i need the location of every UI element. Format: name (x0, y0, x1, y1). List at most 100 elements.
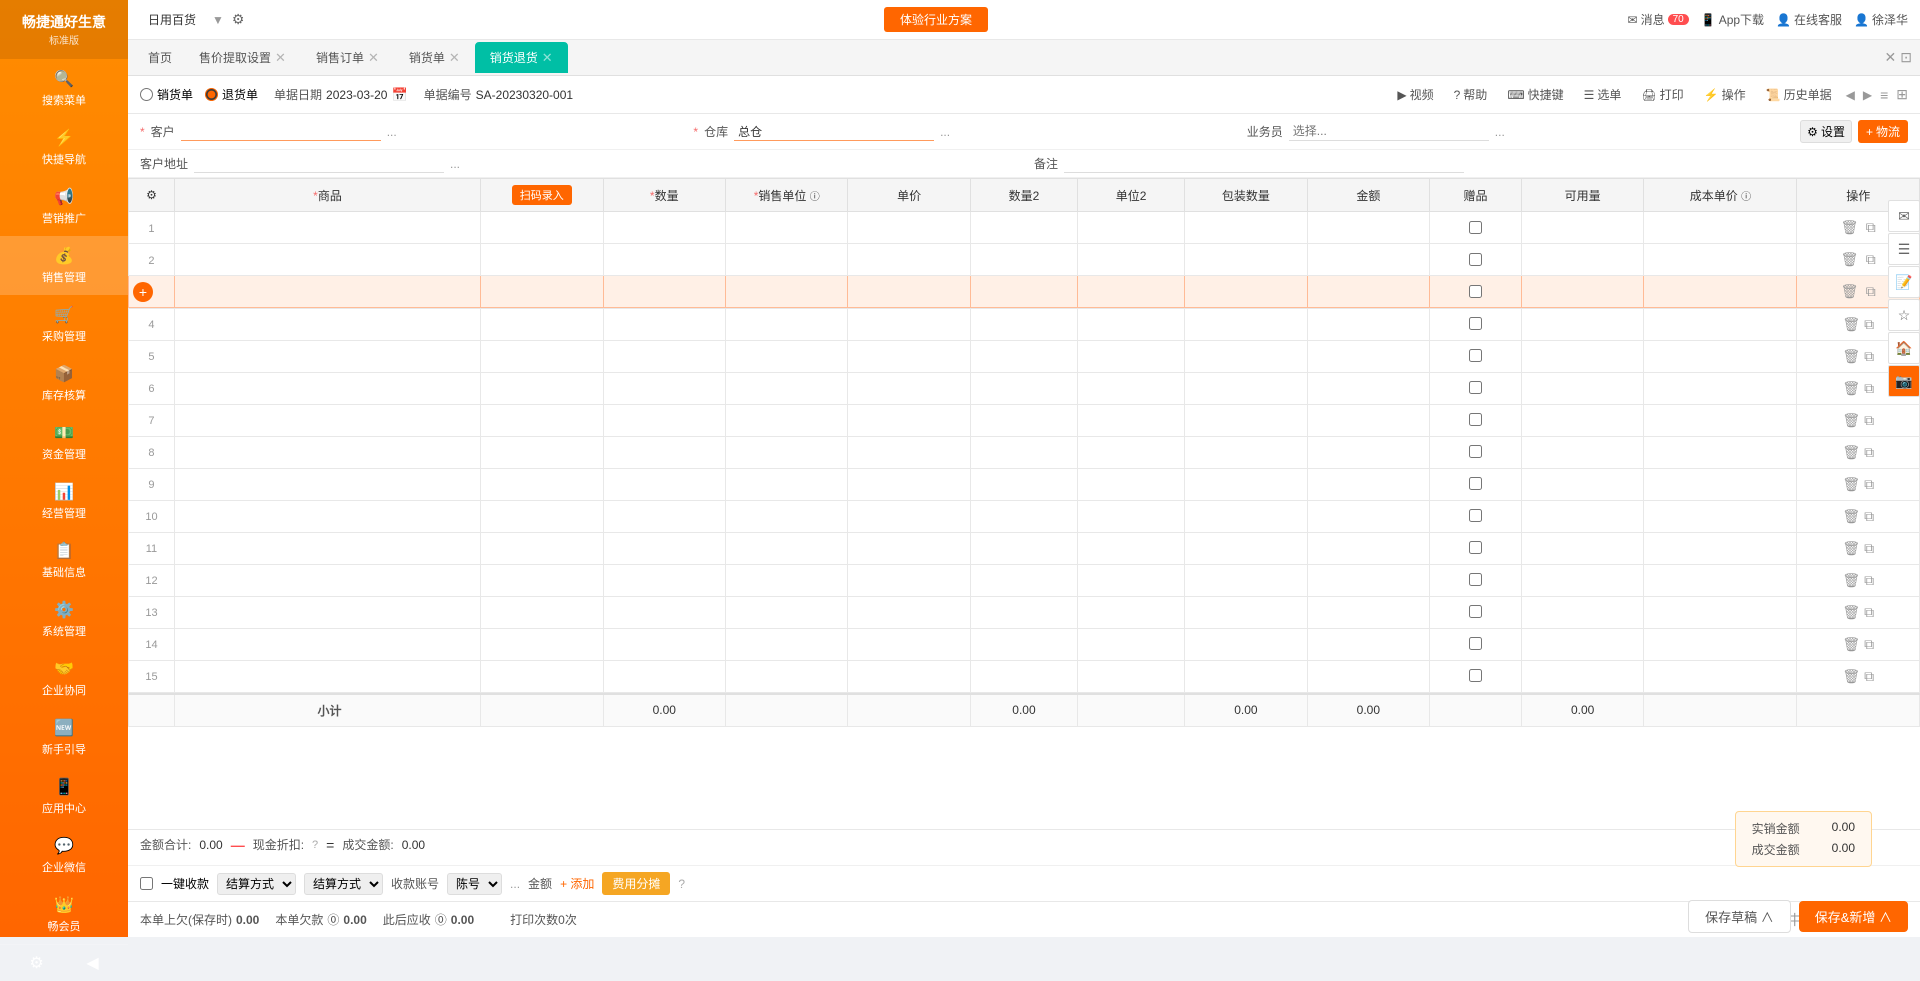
warehouse-input[interactable] (734, 122, 934, 141)
radio-sales-input[interactable] (140, 88, 153, 101)
copy-row-btn[interactable]: ⧉ (1864, 380, 1874, 396)
rs-btn-6[interactable]: 📷 (1888, 365, 1920, 397)
account-select[interactable]: 陈号 (447, 873, 502, 895)
copy-row-btn[interactable]: ⧉ (1864, 540, 1874, 556)
product-input[interactable] (179, 285, 476, 299)
copy-row-btn[interactable]: ⧉ (1866, 219, 1876, 235)
prev-doc-btn[interactable]: ◀ (1846, 88, 1855, 102)
warehouse-ellipsis[interactable]: ... (940, 125, 950, 139)
window-controls[interactable]: ⊡ (1900, 49, 1912, 66)
delete-row-btn[interactable]: 🗑 (1842, 508, 1860, 524)
gift-checkbox[interactable] (1469, 253, 1482, 266)
tab-close-sales-order[interactable]: ✕ (368, 50, 379, 66)
form-settings-btn[interactable]: ⚙ 设置 (1800, 120, 1852, 143)
settlement-method-select[interactable]: 结算方式 (217, 873, 296, 895)
gift-checkbox[interactable] (1469, 541, 1482, 554)
copy-row-btn[interactable]: ⧉ (1864, 604, 1874, 620)
tab-price-setting[interactable]: 售价提取设置 ✕ (184, 42, 301, 73)
close-all-btn[interactable]: ✕ (1885, 49, 1897, 66)
copy-row-btn[interactable]: ⧉ (1864, 636, 1874, 652)
address-input[interactable] (194, 154, 444, 173)
sidebar-item-operations[interactable]: 📊 经营管理 (0, 472, 128, 531)
discount-help-icon[interactable]: ? (312, 839, 318, 851)
radio-return-doc[interactable]: 退货单 (205, 86, 258, 103)
sidebar-item-basic[interactable]: 📋 基础信息 (0, 531, 128, 590)
qty-cell[interactable] (603, 212, 725, 244)
delete-row-btn[interactable]: 🗑 (1842, 476, 1860, 492)
radio-return-input[interactable] (205, 88, 218, 101)
toolbar-video-btn[interactable]: ▶ 视频 (1391, 84, 1439, 105)
toolbar-history-btn[interactable]: 📜 历史单据 (1760, 84, 1838, 105)
gift-checkbox[interactable] (1469, 573, 1482, 586)
remarks-input[interactable] (1064, 154, 1464, 173)
delete-row-btn[interactable]: 🗑 (1842, 668, 1860, 684)
view-grid-btn[interactable]: ⊞ (1896, 86, 1908, 103)
gift-checkbox[interactable] (1469, 637, 1482, 650)
sidebar-collapse-btn[interactable]: ◀ (86, 953, 98, 973)
gift-checkbox[interactable] (1469, 381, 1482, 394)
toolbar-operate-btn[interactable]: ⚡ 操作 (1698, 84, 1752, 105)
add-row-btn[interactable]: + (133, 282, 153, 302)
delete-row-btn[interactable]: 🗑 (1842, 604, 1860, 620)
view-list-btn[interactable]: ≡ (1880, 87, 1888, 103)
gift-checkbox[interactable] (1469, 413, 1482, 426)
copy-row-btn[interactable]: ⧉ (1864, 348, 1874, 364)
delete-row-btn[interactable]: 🗑 (1841, 251, 1859, 267)
message-btn[interactable]: ✉ 消息 70 (1628, 11, 1689, 28)
online-service-btn[interactable]: 👤 在线客服 (1776, 11, 1842, 28)
tab-sales-return[interactable]: 销货退货 ✕ (475, 42, 568, 73)
toolbar-print-btn[interactable]: 🖨 打印 (1635, 84, 1689, 105)
gift-checkbox[interactable] (1469, 221, 1482, 234)
copy-row-btn[interactable]: ⧉ (1864, 444, 1874, 460)
sidebar-item-purchase[interactable]: 🛒 采购管理 (0, 295, 128, 354)
sidebar-settings-btn[interactable]: ⚙ (29, 953, 43, 973)
copy-row-btn[interactable]: ⧉ (1864, 572, 1874, 588)
tab-sales[interactable]: 销货单 ✕ (394, 42, 475, 73)
save-new-btn[interactable]: 保存&新增 ∧ (1799, 901, 1908, 932)
save-draft-btn[interactable]: 保存草稿 ∧ (1688, 900, 1791, 933)
fee-help-icon[interactable]: ? (678, 877, 685, 891)
delete-row-btn[interactable]: 🗑 (1842, 572, 1860, 588)
gift-checkbox[interactable] (1469, 669, 1482, 682)
tab-sales-order[interactable]: 销售订单 ✕ (301, 42, 394, 73)
gift-checkbox[interactable] (1469, 285, 1482, 298)
calendar-icon[interactable]: 📅 (391, 87, 407, 103)
toolbar-select-btn[interactable]: ☰ 选单 (1578, 84, 1628, 105)
delete-row-btn[interactable]: 🗑 (1842, 348, 1860, 364)
sidebar-item-guide[interactable]: 🆕 新手引导 (0, 708, 128, 767)
sidebar-item-enterprise[interactable]: 🤝 企业协同 (0, 649, 128, 708)
rs-btn-2[interactable]: ☰ (1888, 233, 1920, 265)
product-cell[interactable] (174, 212, 480, 244)
rs-btn-4[interactable]: ☆ (1888, 299, 1920, 331)
nav-dropdown-icon[interactable]: ▼ (212, 13, 224, 27)
delete-row-btn[interactable]: 🗑 (1842, 444, 1860, 460)
customer-ellipsis[interactable]: ... (387, 125, 397, 139)
sidebar-item-finance[interactable]: 💵 资金管理 (0, 413, 128, 472)
gift-checkbox[interactable] (1469, 445, 1482, 458)
sidebar-item-quick-nav[interactable]: ⚡ 快捷导航 (0, 118, 128, 177)
delete-row-btn[interactable]: 🗑 (1842, 540, 1860, 556)
fee-split-btn[interactable]: 费用分摊 (602, 872, 670, 895)
gift-checkbox[interactable] (1469, 349, 1482, 362)
account-ellipsis[interactable]: ... (510, 877, 520, 891)
toolbar-shortcut-btn[interactable]: ⌨ 快捷键 (1501, 84, 1569, 105)
delete-row-btn[interactable]: 🗑 (1842, 412, 1860, 428)
tab-close-sales[interactable]: ✕ (449, 50, 460, 66)
tab-home[interactable]: 首页 (136, 43, 184, 72)
scan-btn[interactable]: 扫码录入 (512, 185, 572, 205)
sidebar-item-system[interactable]: ⚙️ 系统管理 (0, 590, 128, 649)
rs-btn-5[interactable]: 🏠 (1888, 332, 1920, 364)
app-download-btn[interactable]: 📱 App下载 (1701, 11, 1764, 28)
address-ellipsis[interactable]: ... (450, 157, 460, 171)
sidebar-item-marketing[interactable]: 📢 营销推广 (0, 177, 128, 236)
sidebar-item-inventory[interactable]: 📦 库存核算 (0, 354, 128, 413)
add-logistics-btn[interactable]: + 物流 (1858, 120, 1908, 143)
delete-row-btn[interactable]: 🗑 (1842, 636, 1860, 652)
tab-close-price-setting[interactable]: ✕ (275, 50, 286, 66)
copy-row-btn[interactable]: ⧉ (1864, 508, 1874, 524)
sidebar-item-wechat[interactable]: 💬 企业微信 (0, 826, 128, 885)
delete-row-btn[interactable]: 🗑 (1841, 219, 1859, 235)
delete-row-btn[interactable]: 🗑 (1842, 316, 1860, 332)
add-payment-btn[interactable]: + 添加 (560, 875, 594, 892)
user-profile-btn[interactable]: 👤 徐泽华 (1854, 11, 1908, 28)
